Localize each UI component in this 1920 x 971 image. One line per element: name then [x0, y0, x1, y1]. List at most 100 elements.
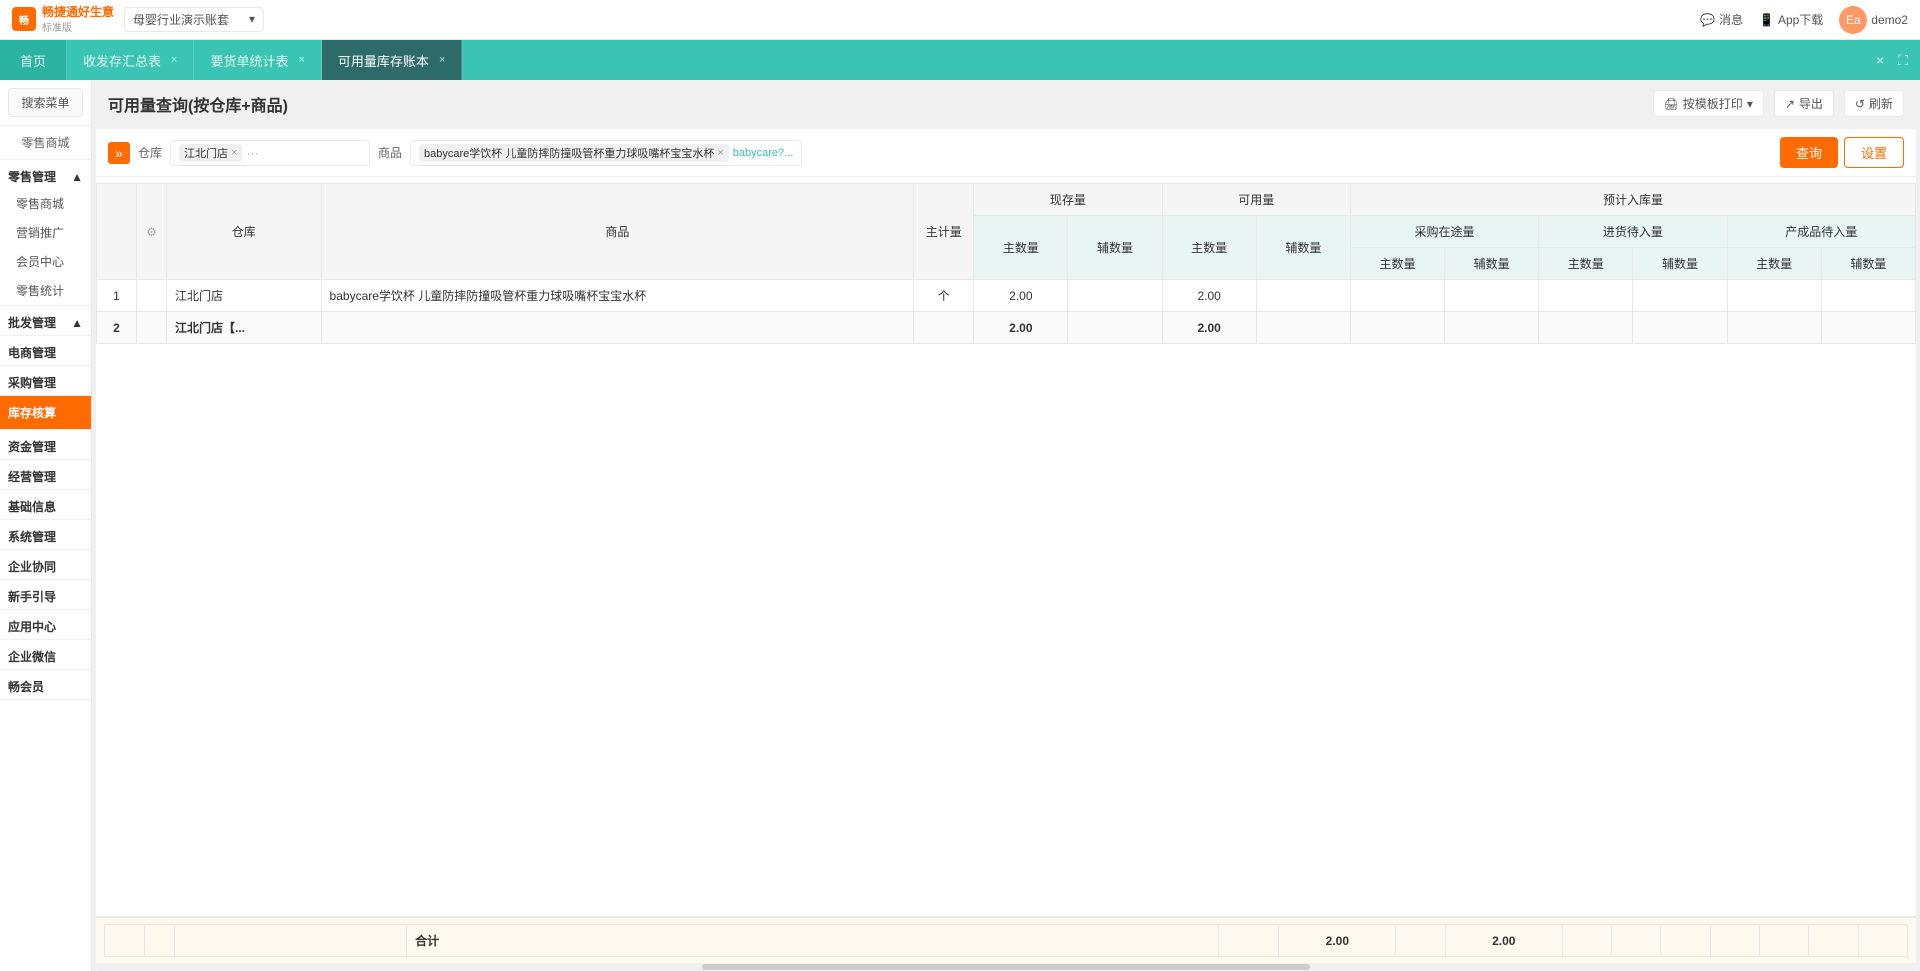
cell-avail-main-1: 2.00: [1162, 280, 1256, 312]
group-system-title[interactable]: 系统管理: [0, 520, 91, 549]
cell-warehouse-1: 江北门店: [167, 280, 322, 312]
user-area[interactable]: Ea demo2: [1839, 6, 1908, 34]
group-ecommerce-title[interactable]: 电商管理: [0, 336, 91, 365]
group-finance-title[interactable]: 资金管理: [0, 430, 91, 459]
footer-row: 合计 2.00 2.00: [105, 925, 1908, 957]
cell-production-main-2: [1727, 312, 1821, 344]
data-table: ⚙ 仓库 商品 主计量 现存量 可用量 预计入库量 主数量: [96, 183, 1916, 344]
page-actions: 🖨 按模板打印 ▾ ↗ 导出 ↺ 刷新: [1653, 90, 1904, 117]
tab-close-2[interactable]: ×: [298, 54, 304, 66]
page-title: 可用量查询(按仓库+商品): [108, 92, 288, 116]
group-inventory-title[interactable]: 库存核算: [0, 396, 91, 429]
cell-purchase-aux-2: [1445, 312, 1539, 344]
filter-expand-btn[interactable]: »: [108, 142, 130, 164]
th-avail-aux: 辅数量: [1256, 216, 1350, 280]
fullscreen-btn[interactable]: ⛶: [1894, 48, 1912, 73]
top-bar-left: 畅 畅捷通好生意 标准版 母婴行业演示账套 ▾: [12, 5, 264, 34]
app-icon: 📱: [1759, 13, 1774, 27]
app-download-btn[interactable]: 📱 App下载: [1759, 11, 1823, 28]
group-retail: 零售管理 ▲ 零售商城 营销推广 会员中心 零售统计: [0, 160, 91, 306]
tab-receive-summary[interactable]: 收发存汇总表 ×: [67, 40, 194, 80]
dropdown-icon: ▾: [1747, 97, 1753, 111]
query-btn[interactable]: 查询: [1780, 137, 1838, 168]
print-template-btn[interactable]: 🖨 按模板打印 ▾: [1653, 90, 1764, 117]
setting-btn[interactable]: 设置: [1844, 137, 1904, 168]
sidebar-item-members[interactable]: 会员中心: [0, 247, 91, 276]
table-footer: 合计 2.00 2.00: [96, 916, 1916, 963]
warehouse-filter-field[interactable]: 江北门店 × ···: [170, 140, 370, 166]
th-production-aux: 辅数量: [1821, 248, 1915, 280]
cell-warehouse-2: 江北门店【...: [167, 312, 322, 344]
cell-settings-2: [137, 312, 167, 344]
tab-order-stats[interactable]: 要货单统计表 ×: [194, 40, 321, 80]
tab-home[interactable]: 首页: [0, 40, 67, 80]
tab-available-inventory[interactable]: 可用量库存账本 ×: [322, 40, 462, 80]
logo-text: 畅捷通好生意: [42, 5, 114, 19]
top-bar: 畅 畅捷通好生意 标准版 母婴行业演示账套 ▾ 💬 消息 📱 App下载 Ea …: [0, 0, 1920, 40]
search-menu-btn[interactable]: 搜索菜单: [8, 88, 83, 117]
th-unit: 主计量: [914, 184, 974, 280]
cell-avail-main-2: 2.00: [1162, 312, 1256, 344]
group-wechat-title[interactable]: 企业微信: [0, 640, 91, 669]
group-system: 系统管理: [0, 520, 91, 550]
sidebar-item-marketing[interactable]: 营销推广: [0, 218, 91, 247]
cell-num-2: 2: [97, 312, 137, 344]
tab-close-3[interactable]: ×: [439, 54, 445, 66]
group-inventory: 库存核算: [0, 396, 91, 430]
export-btn[interactable]: ↗ 导出: [1774, 90, 1834, 117]
group-vip: 畅会员: [0, 670, 91, 700]
group-operations-title[interactable]: 经营管理: [0, 460, 91, 489]
message-icon: 💬: [1700, 13, 1715, 27]
product-tag-remove-1[interactable]: ×: [717, 147, 723, 159]
table-scroll[interactable]: ⚙ 仓库 商品 主计量 现存量 可用量 预计入库量 主数量: [96, 183, 1916, 916]
group-retail-title[interactable]: 零售管理 ▲: [0, 160, 91, 189]
warehouse-tag-remove[interactable]: ×: [231, 147, 237, 159]
horizontal-scrollbar[interactable]: [96, 963, 1916, 971]
cell-product-1: babycare学饮杯 儿童防摔防撞吸管杯重力球吸嘴杯宝宝水杯: [321, 280, 914, 312]
group-wholesale-title[interactable]: 批发管理 ▲: [0, 306, 91, 335]
cell-num-1: 1: [97, 280, 137, 312]
group-guide-title[interactable]: 新手引导: [0, 580, 91, 609]
cell-incoming-aux-2: [1633, 312, 1727, 344]
close-all-tabs-btn[interactable]: ×: [1872, 48, 1888, 72]
sidebar-item-retail-mall[interactable]: 零售商城: [0, 189, 91, 218]
product-label: 商品: [378, 144, 402, 161]
th-production-pending: 产成品待入量: [1727, 216, 1915, 248]
table-settings-icon[interactable]: ⚙: [146, 225, 157, 239]
group-base-info-title[interactable]: 基础信息: [0, 490, 91, 519]
message-btn[interactable]: 💬 消息: [1700, 11, 1743, 28]
product-tag-more: babycare?...: [733, 147, 794, 159]
group-collab-title[interactable]: 企业协同: [0, 550, 91, 579]
cell-production-aux-1: [1821, 280, 1915, 312]
group-finance: 资金管理: [0, 430, 91, 460]
sidebar-item-retail-stats[interactable]: 零售统计: [0, 276, 91, 305]
cell-avail-aux-1: [1256, 280, 1350, 312]
footer-label: 合计: [407, 925, 1219, 957]
tab-close-1[interactable]: ×: [171, 54, 177, 66]
nav-tabs: 首页 收发存汇总表 × 要货单统计表 × 可用量库存账本 × × ⛶: [0, 40, 1920, 80]
cell-unit-2: [914, 312, 974, 344]
group-purchase-title[interactable]: 采购管理: [0, 366, 91, 395]
industry-selector[interactable]: 母婴行业演示账套 ▾: [124, 7, 264, 32]
group-apps-title[interactable]: 应用中心: [0, 610, 91, 639]
product-filter-field[interactable]: babycare学饮杯 儿童防摔防撞吸管杯重力球吸嘴杯宝宝水杯 × babyca…: [410, 140, 802, 166]
quick-nav-btn[interactable]: 零售商城: [0, 126, 91, 160]
th-avail-main: 主数量: [1162, 216, 1256, 280]
table-row: 1 江北门店 babycare学饮杯 儿童防摔防撞吸管杯重力球吸嘴杯宝宝水杯 个…: [97, 280, 1916, 312]
warehouse-tag-1: 江北门店 ×: [179, 144, 242, 162]
th-purchase-aux: 辅数量: [1445, 248, 1539, 280]
footer-table: 合计 2.00 2.00: [104, 924, 1908, 957]
cell-purchase-aux-1: [1445, 280, 1539, 312]
content-area: 可用量查询(按仓库+商品) 🖨 按模板打印 ▾ ↗ 导出 ↺ 刷新: [92, 80, 1920, 971]
table-area: ⚙ 仓库 商品 主计量 现存量 可用量 预计入库量 主数量: [96, 183, 1916, 971]
logo-text-area: 畅捷通好生意 标准版: [42, 5, 114, 34]
refresh-btn[interactable]: ↺ 刷新: [1844, 90, 1904, 117]
group-guide: 新手引导: [0, 580, 91, 610]
filter-actions: 查询 设置: [1780, 137, 1904, 168]
group-vip-title[interactable]: 畅会员: [0, 670, 91, 699]
footer-avail-total: 2.00: [1445, 925, 1562, 957]
th-warehouse: 仓库: [167, 184, 322, 280]
group-wechat: 企业微信: [0, 640, 91, 670]
cell-product-2: [321, 312, 914, 344]
filter-bar: » 仓库 江北门店 × ··· 商品 babycare学饮杯 儿童防摔防撞吸管杯…: [96, 129, 1916, 177]
